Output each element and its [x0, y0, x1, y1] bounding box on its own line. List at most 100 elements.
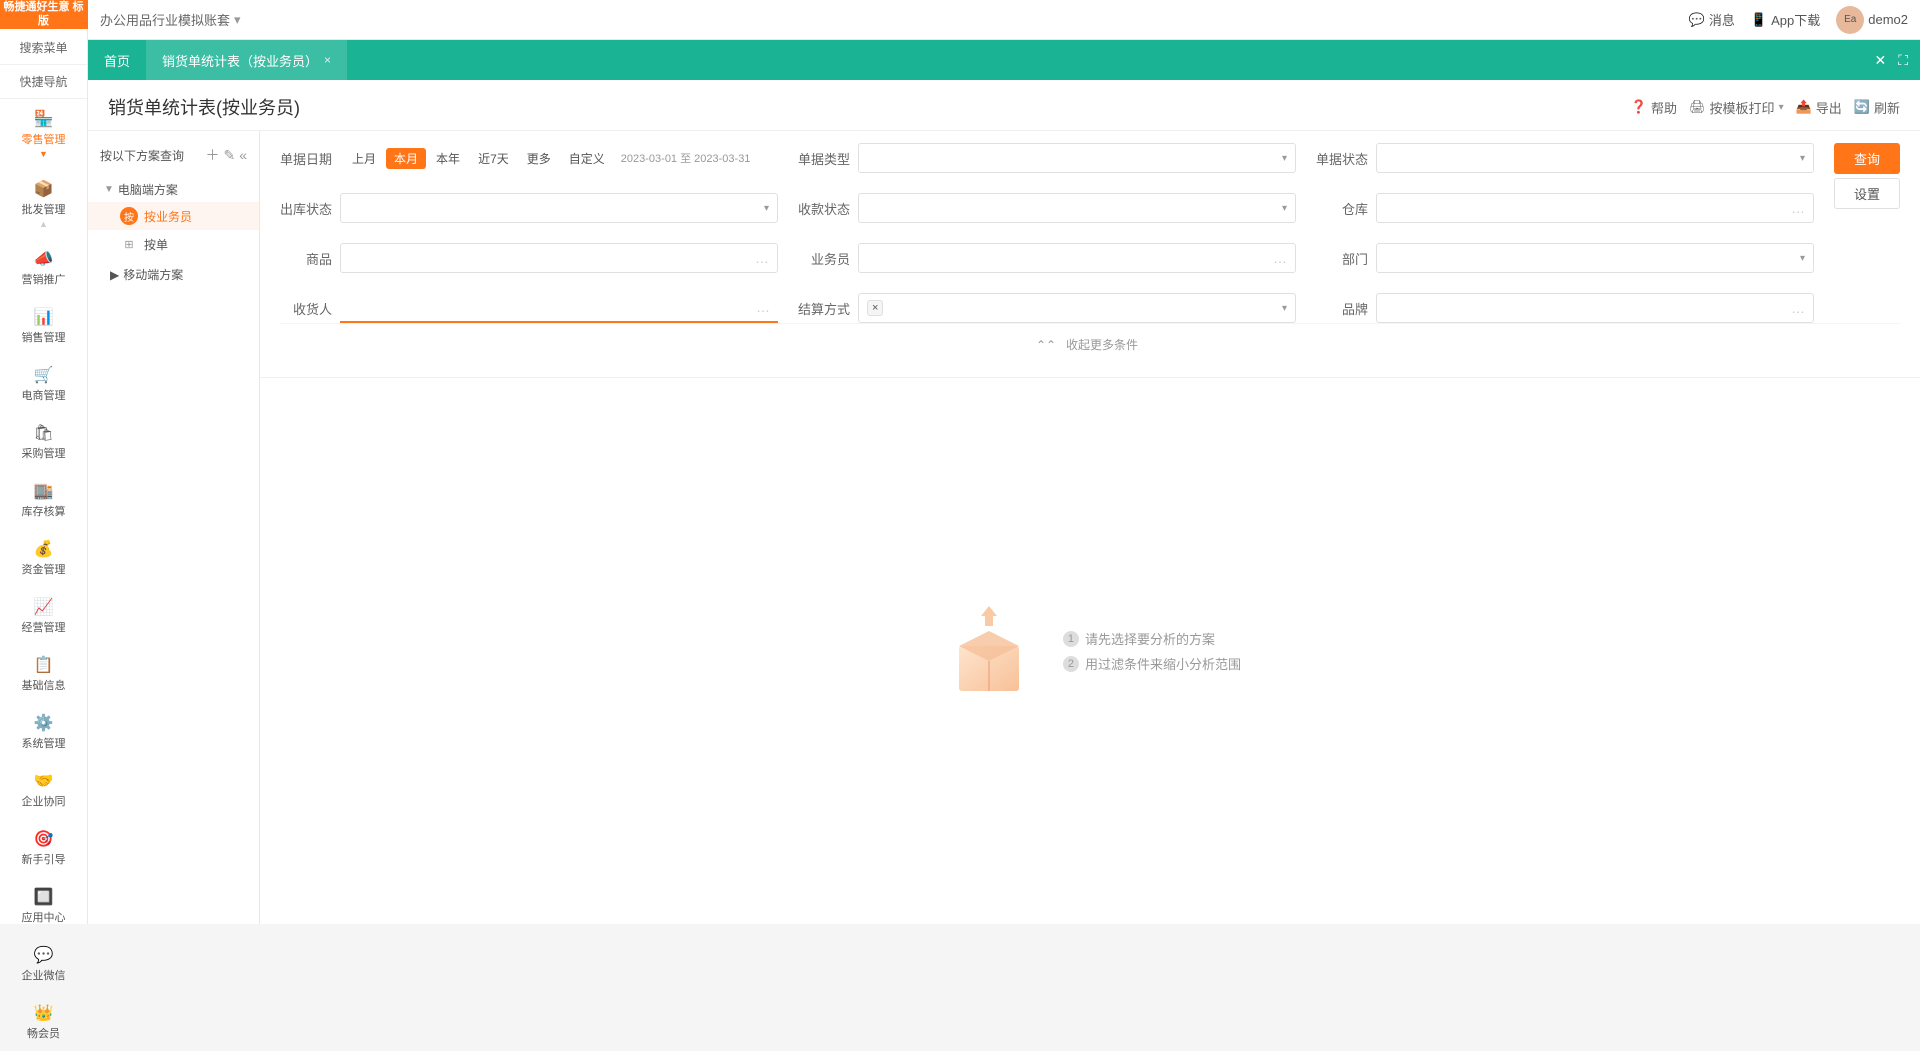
newuser-icon: 🎯 [34, 829, 54, 849]
help-icon: ❓ [1631, 99, 1647, 115]
staff-more-icon[interactable]: … [1273, 250, 1287, 266]
date-tab-custom[interactable]: 自定义 [561, 148, 613, 169]
collapse-button[interactable]: 收起更多条件 [1060, 330, 1144, 359]
tab-current[interactable]: 销货单统计表（按业务员） × [146, 40, 347, 80]
mobile-section-header[interactable]: ▶ 移动端方案 [88, 262, 259, 287]
goods-label: 商品 [280, 249, 340, 268]
goods-more-icon[interactable]: … [755, 250, 769, 266]
desktop-section-label: 电脑端方案 [118, 181, 178, 198]
mobile-section-label: 移动端方案 [123, 266, 183, 283]
filter-outstatus: 出库状态 ▾ [280, 193, 778, 223]
doctype-select[interactable]: ▾ [858, 143, 1296, 173]
search-menu-item[interactable]: 搜索菜单 [0, 29, 87, 65]
outstatus-label: 出库状态 [280, 199, 340, 218]
brand-select[interactable]: … [1376, 293, 1814, 323]
date-tab-7days[interactable]: 近7天 [470, 148, 517, 169]
staff-select[interactable]: … [858, 243, 1296, 273]
right-panel: 单据日期 上月 本月 本年 近7天 更多 自定义 [260, 131, 1920, 924]
desktop-section-header[interactable]: ▼ 电脑端方案 [88, 177, 259, 202]
tab-expand-icon[interactable]: ⛶ [1894, 50, 1912, 71]
sidebar-item-finance[interactable]: 💰 资金管理 [0, 529, 87, 587]
newuser-label: 新手引导 [22, 851, 66, 867]
payment-tag-x[interactable]: × [872, 302, 878, 314]
export-button[interactable]: 📤 导出 [1796, 98, 1842, 117]
action-buttons: 查询 设置 [1834, 143, 1900, 209]
brand-more-icon[interactable]: … [1791, 300, 1805, 316]
desktop-section: ▼ 电脑端方案 按 按业务员 ⊞ 按单 [88, 177, 259, 258]
print-button[interactable]: 🖨 按模板打印 ▾ [1689, 98, 1784, 117]
query-button[interactable]: 查询 [1834, 143, 1900, 174]
scheme-by-order[interactable]: ⊞ 按单 [88, 230, 259, 258]
docstatus-label: 单据状态 [1316, 149, 1376, 168]
receiptstatus-select[interactable]: ▾ [858, 193, 1296, 223]
message-action[interactable]: 💬 消息 [1689, 10, 1735, 29]
collapse-panel-button[interactable]: « [239, 147, 247, 163]
date-tab-thisyear[interactable]: 本年 [428, 148, 468, 169]
sidebar-item-appcenter[interactable]: 🔲 应用中心 [0, 877, 87, 935]
goods-select[interactable]: … [340, 243, 778, 273]
dept-select[interactable]: ▾ [1376, 243, 1814, 273]
member-label: 畅会员 [27, 1025, 60, 1041]
sidebar-item-wechat[interactable]: 💬 企业微信 [0, 935, 87, 993]
sidebar-item-sales[interactable]: 📊 销售管理 [0, 297, 87, 355]
tab-home[interactable]: 首页 [88, 40, 146, 80]
scheme-by-staff[interactable]: 按 按业务员 [88, 202, 259, 230]
staff-scheme-label: 按业务员 [144, 208, 192, 225]
date-tab-more[interactable]: 更多 [519, 148, 559, 169]
page-header: 销货单统计表(按业务员) ❓ 帮助 🖨 按模板打印 ▾ 📤 导出 🔄 刷新 [88, 80, 1920, 131]
empty-inner: 1 请先选择要分析的方案 2 用过滤条件来缩小分析范围 [939, 601, 1241, 701]
system-label: 系统管理 [22, 735, 66, 751]
sidebar-item-purchase[interactable]: 🛍 采购管理 [0, 413, 87, 471]
filter-warehouse: 仓库 … [1316, 193, 1814, 223]
receiver-more-icon[interactable]: … [756, 299, 770, 315]
filter-goods: 商品 … [280, 243, 778, 273]
add-scheme-button[interactable]: ＋ [205, 145, 219, 165]
edit-scheme-button[interactable]: ✎ [223, 147, 235, 164]
date-tab-thismonth[interactable]: 本月 [386, 148, 426, 169]
sidebar-item-system[interactable]: ⚙️ 系统管理 [0, 703, 87, 761]
download-action[interactable]: 📱 App下载 [1751, 10, 1820, 29]
filter-row-4: 收货人 … 结算方式 × [280, 293, 1814, 323]
help-button[interactable]: ❓ 帮助 [1631, 98, 1677, 117]
tab-close-button[interactable]: × [324, 53, 331, 67]
date-tabs: 上月 本月 本年 近7天 更多 自定义 [344, 148, 613, 169]
user-action[interactable]: Ea demo2 [1836, 6, 1908, 34]
sidebar-item-marketing[interactable]: 📣 营销推广 [0, 239, 87, 297]
refresh-icon: 🔄 [1854, 99, 1870, 115]
breadcrumb-text: 办公用品行业模拟账套 [100, 10, 230, 29]
outstatus-select[interactable]: ▾ [340, 193, 778, 223]
refresh-button[interactable]: 🔄 刷新 [1854, 98, 1900, 117]
page-title: 销货单统计表(按业务员) [108, 94, 300, 120]
tab-close-icon[interactable]: ✕ [1870, 50, 1890, 71]
panel-header: 按以下方案查询 ＋ ✎ « [88, 141, 259, 173]
sales-icon: 📊 [34, 307, 54, 327]
member-icon: 👑 [34, 1003, 54, 1023]
breadcrumb-dropdown-icon[interactable]: ▾ [234, 12, 241, 28]
docstatus-select[interactable]: ▾ [1376, 143, 1814, 173]
settings-button[interactable]: 设置 [1834, 178, 1900, 209]
date-tab-lastmonth[interactable]: 上月 [344, 148, 384, 169]
sidebar-item-ecommerce[interactable]: 🛒 电商管理 [0, 355, 87, 413]
warehouse-select[interactable]: … [1376, 193, 1814, 223]
sidebar-item-basic[interactable]: 📋 基础信息 [0, 645, 87, 703]
filter-docstatus: 单据状态 ▾ [1316, 143, 1814, 173]
sidebar-item-inventory[interactable]: 🏬 库存核算 [0, 471, 87, 529]
enterprise-label: 企业协同 [22, 793, 66, 809]
order-scheme-icon: ⊞ [120, 235, 138, 253]
sidebar-item-member[interactable]: 👑 畅会员 [0, 993, 87, 1051]
breadcrumb: 办公用品行业模拟账套 ▾ [100, 10, 1681, 29]
sidebar-item-wholesale[interactable]: 📦 批发管理 ▲ [0, 169, 87, 239]
order-scheme-label: 按单 [144, 236, 168, 253]
filter-receiptstatus: 收款状态 ▾ [798, 193, 1296, 223]
payment-select[interactable]: × ▾ [858, 293, 1296, 323]
sidebar-item-retail[interactable]: 🏪 零售管理 ▼ [0, 99, 87, 169]
sidebar-item-newuser[interactable]: 🎯 新手引导 [0, 819, 87, 877]
warehouse-more-icon[interactable]: … [1791, 200, 1805, 216]
export-icon: 📤 [1796, 99, 1812, 115]
sidebar-item-enterprise[interactable]: 🤝 企业协同 [0, 761, 87, 819]
sidebar-item-operations[interactable]: 📈 经营管理 [0, 587, 87, 645]
marketing-icon: 📣 [34, 249, 54, 269]
receiver-select[interactable]: … [340, 293, 778, 323]
filter-receiver: 收货人 … [280, 293, 778, 323]
quick-nav-item[interactable]: 快捷导航 [0, 65, 87, 99]
